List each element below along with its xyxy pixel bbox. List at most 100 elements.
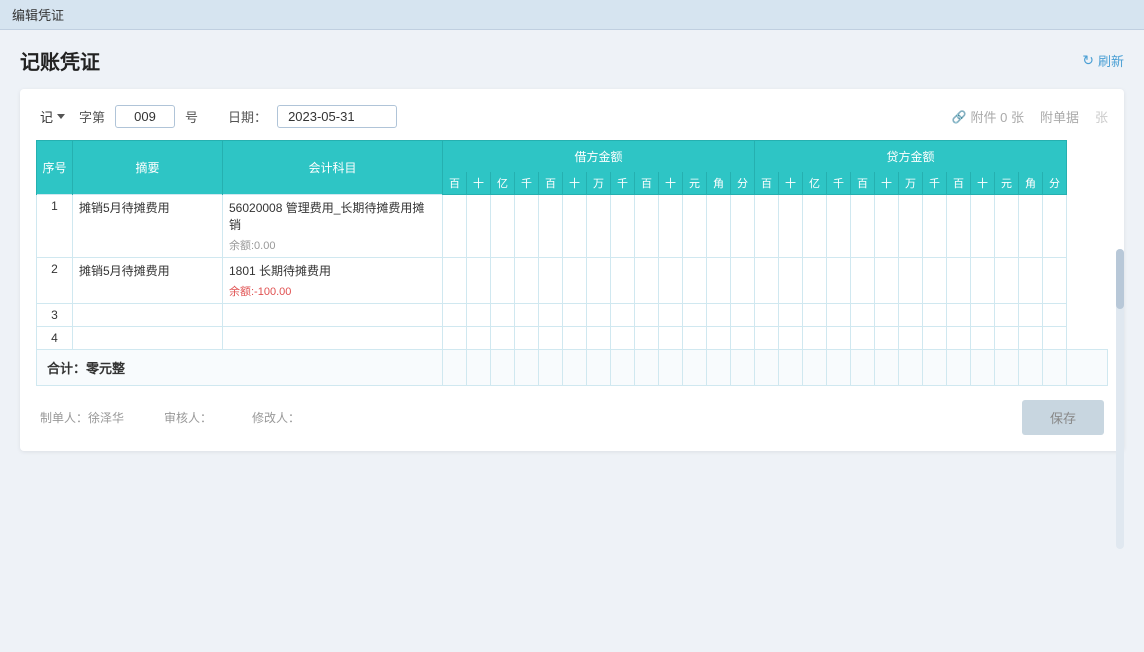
row-summary-1[interactable]: 摊销5月待摊费用	[73, 258, 223, 304]
debit-digit-2-9[interactable]	[659, 304, 683, 327]
debit-digit-2-5[interactable]	[563, 304, 587, 327]
credit-digit-1-3[interactable]	[827, 258, 851, 304]
debit-digit-1-1[interactable]	[467, 258, 491, 304]
debit-digit-3-8[interactable]	[635, 327, 659, 350]
credit-digit-1-8[interactable]	[947, 258, 971, 304]
debit-digit-2-11[interactable]	[707, 304, 731, 327]
row-account-0[interactable]: 56020008 管理费用_长期待摊费用摊销余额:0.00	[223, 195, 443, 258]
debit-digit-2-1[interactable]	[467, 304, 491, 327]
credit-digit-0-8[interactable]	[947, 195, 971, 258]
debit-digit-0-3[interactable]	[515, 195, 539, 258]
debit-digit-1-10[interactable]	[683, 258, 707, 304]
credit-digit-0-3[interactable]	[827, 195, 851, 258]
credit-digit-0-6[interactable]	[899, 195, 923, 258]
debit-digit-3-11[interactable]	[707, 327, 731, 350]
credit-digit-3-6[interactable]	[899, 327, 923, 350]
debit-digit-1-6[interactable]	[587, 258, 611, 304]
debit-digit-0-9[interactable]	[659, 195, 683, 258]
scrollbar-thumb[interactable]	[1116, 249, 1124, 309]
credit-digit-0-2[interactable]	[803, 195, 827, 258]
row-summary-3[interactable]	[73, 327, 223, 350]
credit-digit-0-4[interactable]	[851, 195, 875, 258]
credit-digit-1-4[interactable]	[851, 258, 875, 304]
credit-digit-0-12[interactable]	[1043, 195, 1067, 258]
debit-digit-2-0[interactable]	[443, 304, 467, 327]
refresh-button[interactable]: ↻ 刷新	[1082, 51, 1124, 70]
credit-digit-2-3[interactable]	[827, 304, 851, 327]
debit-digit-2-2[interactable]	[491, 304, 515, 327]
debit-digit-1-7[interactable]	[611, 258, 635, 304]
debit-digit-2-6[interactable]	[587, 304, 611, 327]
debit-digit-2-8[interactable]	[635, 304, 659, 327]
credit-digit-1-7[interactable]	[923, 258, 947, 304]
debit-digit-3-9[interactable]	[659, 327, 683, 350]
debit-digit-3-10[interactable]	[683, 327, 707, 350]
credit-digit-1-6[interactable]	[899, 258, 923, 304]
debit-digit-1-11[interactable]	[707, 258, 731, 304]
row-seq-3[interactable]: 4	[37, 327, 73, 350]
debit-digit-0-5[interactable]	[563, 195, 587, 258]
credit-digit-2-0[interactable]	[755, 304, 779, 327]
date-input[interactable]	[277, 105, 397, 128]
credit-digit-1-9[interactable]	[971, 258, 995, 304]
credit-digit-3-4[interactable]	[851, 327, 875, 350]
debit-digit-0-4[interactable]	[539, 195, 563, 258]
debit-digit-3-0[interactable]	[443, 327, 467, 350]
debit-digit-2-12[interactable]	[731, 304, 755, 327]
row-account-2[interactable]	[223, 304, 443, 327]
credit-digit-3-0[interactable]	[755, 327, 779, 350]
row-account-3[interactable]	[223, 327, 443, 350]
credit-digit-2-2[interactable]	[803, 304, 827, 327]
debit-digit-3-4[interactable]	[539, 327, 563, 350]
voucher-type-button[interactable]: 记	[36, 105, 69, 128]
credit-digit-3-9[interactable]	[971, 327, 995, 350]
credit-digit-3-12[interactable]	[1043, 327, 1067, 350]
row-seq-2[interactable]: 3	[37, 304, 73, 327]
credit-digit-3-8[interactable]	[947, 327, 971, 350]
row-seq-0[interactable]: 1	[37, 195, 73, 258]
debit-digit-3-1[interactable]	[467, 327, 491, 350]
debit-digit-0-0[interactable]	[443, 195, 467, 258]
credit-digit-1-0[interactable]	[755, 258, 779, 304]
credit-digit-2-7[interactable]	[923, 304, 947, 327]
credit-digit-0-9[interactable]	[971, 195, 995, 258]
credit-digit-2-11[interactable]	[1019, 304, 1043, 327]
credit-digit-0-1[interactable]	[779, 195, 803, 258]
debit-digit-1-0[interactable]	[443, 258, 467, 304]
credit-digit-3-1[interactable]	[779, 327, 803, 350]
debit-digit-3-7[interactable]	[611, 327, 635, 350]
debit-digit-1-2[interactable]	[491, 258, 515, 304]
credit-digit-1-5[interactable]	[875, 258, 899, 304]
credit-digit-1-2[interactable]	[803, 258, 827, 304]
row-summary-2[interactable]	[73, 304, 223, 327]
voucher-number-input[interactable]	[115, 105, 175, 128]
credit-digit-0-11[interactable]	[1019, 195, 1043, 258]
credit-digit-0-7[interactable]	[923, 195, 947, 258]
credit-digit-2-1[interactable]	[779, 304, 803, 327]
credit-digit-2-4[interactable]	[851, 304, 875, 327]
debit-digit-1-12[interactable]	[731, 258, 755, 304]
debit-digit-1-8[interactable]	[635, 258, 659, 304]
credit-digit-0-5[interactable]	[875, 195, 899, 258]
debit-digit-3-6[interactable]	[587, 327, 611, 350]
debit-digit-0-10[interactable]	[683, 195, 707, 258]
credit-digit-1-1[interactable]	[779, 258, 803, 304]
debit-digit-2-7[interactable]	[611, 304, 635, 327]
credit-digit-0-0[interactable]	[755, 195, 779, 258]
debit-digit-3-5[interactable]	[563, 327, 587, 350]
credit-digit-3-2[interactable]	[803, 327, 827, 350]
debit-digit-0-2[interactable]	[491, 195, 515, 258]
credit-digit-2-6[interactable]	[899, 304, 923, 327]
debit-digit-3-12[interactable]	[731, 327, 755, 350]
debit-digit-3-2[interactable]	[491, 327, 515, 350]
debit-digit-1-9[interactable]	[659, 258, 683, 304]
credit-digit-1-12[interactable]	[1043, 258, 1067, 304]
credit-digit-3-10[interactable]	[995, 327, 1019, 350]
credit-digit-3-3[interactable]	[827, 327, 851, 350]
row-account-1[interactable]: 1801 长期待摊费用余额:-100.00	[223, 258, 443, 304]
credit-digit-3-5[interactable]	[875, 327, 899, 350]
credit-digit-2-5[interactable]	[875, 304, 899, 327]
row-seq-1[interactable]: 2	[37, 258, 73, 304]
row-summary-0[interactable]: 摊销5月待摊费用	[73, 195, 223, 258]
debit-digit-0-8[interactable]	[635, 195, 659, 258]
